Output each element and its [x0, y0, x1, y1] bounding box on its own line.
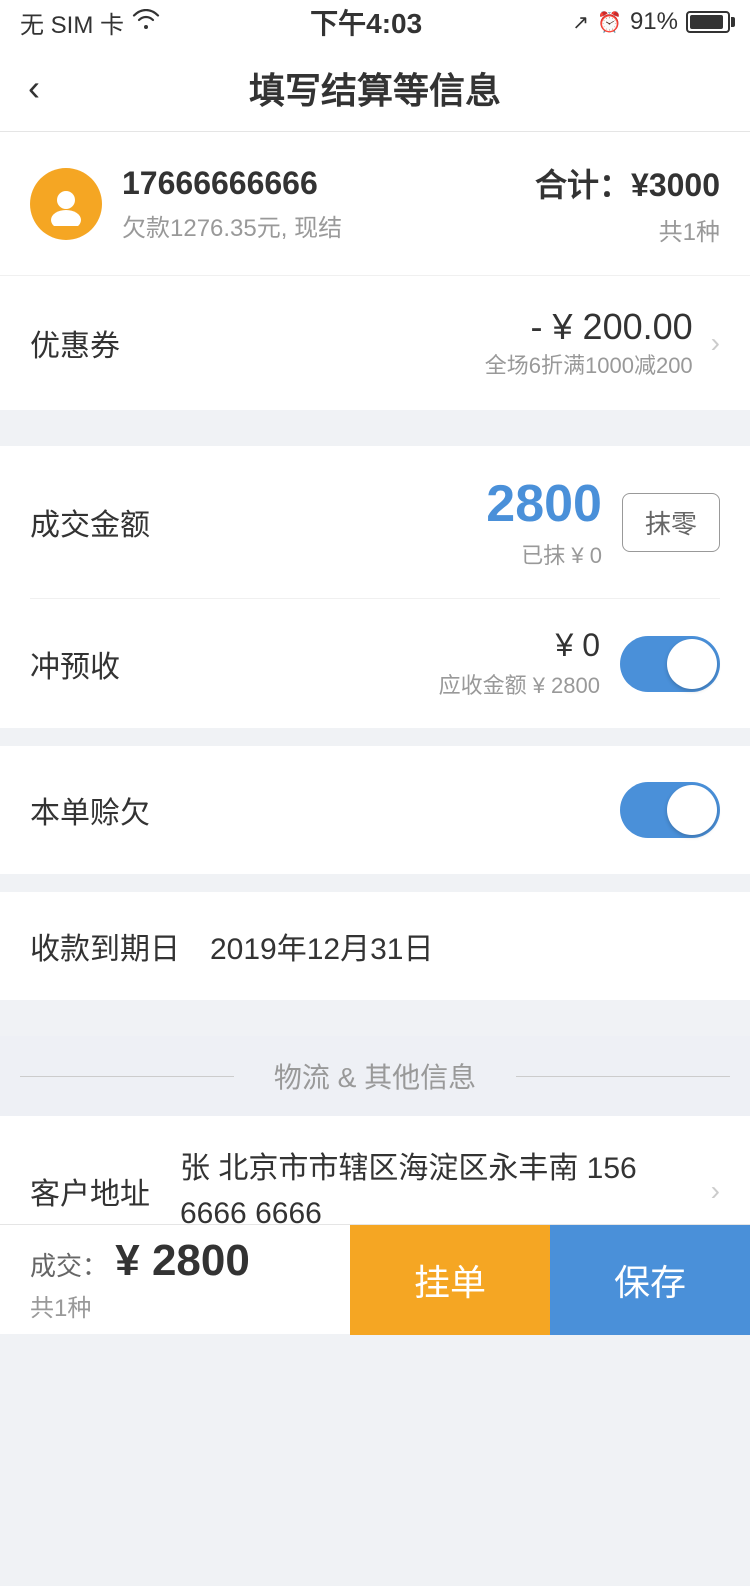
charge-toggle[interactable] — [620, 636, 720, 692]
round-zero-button[interactable]: 抹零 — [622, 493, 720, 552]
alarm-icon: ⏰ — [597, 10, 622, 35]
user-card-section: 17666666666 欠款1276.35元, 现结 合计：¥3000 共1种 … — [0, 132, 750, 410]
amount-label: 成交金额 — [30, 500, 150, 544]
status-right: ↗ ⏰ 91% — [572, 8, 730, 36]
bad-debt-row: 本单赊欠 — [0, 746, 750, 874]
hold-button[interactable]: 挂单 — [350, 1225, 550, 1335]
gray-divider-1 — [0, 428, 750, 446]
coupon-value-col: - ¥ 200.00 全场6折满1000减200 — [485, 306, 693, 380]
battery-icon — [686, 11, 730, 33]
address-value: 张 北京市市辖区海淀区永丰南 156 6666 6666 — [180, 1146, 703, 1236]
due-date-label: 收款到期日 — [30, 924, 180, 968]
due-date-section: 收款到期日 2019年12月31日 — [0, 892, 750, 1000]
page-title: 填写结算等信息 — [249, 62, 501, 114]
amount-right: 2800 已抹 ¥ 0 抹零 — [486, 474, 720, 570]
coupon-row[interactable]: 优惠券 - ¥ 200.00 全场6折满1000减200 › — [0, 276, 750, 410]
coupon-right: - ¥ 200.00 全场6折满1000减200 › — [485, 306, 720, 380]
amount-row: 成交金额 2800 已抹 ¥ 0 抹零 — [30, 446, 720, 599]
logistics-line-right — [516, 1076, 730, 1077]
status-bar: 无 SIM 卡 下午4:03 ↗ ⏰ 91% — [0, 0, 750, 44]
due-date-row: 收款到期日 2019年12月31日 — [0, 892, 750, 1000]
gray-divider-3 — [0, 1018, 750, 1036]
coupon-label: 优惠券 — [30, 321, 120, 365]
logistics-header: 物流 & 其他信息 — [0, 1036, 750, 1116]
status-time: 下午4:03 — [310, 2, 422, 42]
charge-right: ¥ 0 应收金额 ¥ 2800 — [439, 627, 720, 700]
gray-divider-2 — [0, 728, 750, 746]
bad-debt-label: 本单赊欠 — [30, 788, 150, 832]
charge-amount: ¥ 0 — [439, 627, 600, 664]
bottom-total-label: 成交： — [30, 1251, 108, 1281]
carrier-label: 无 SIM 卡 — [20, 5, 124, 40]
save-button[interactable]: 保存 — [550, 1225, 750, 1335]
bottom-summary: 成交： ¥ 2800 共1种 — [0, 1236, 350, 1323]
nav-bar: ‹ 填写结算等信息 — [0, 44, 750, 132]
back-button[interactable]: ‹ — [28, 67, 40, 109]
total-value: ¥3000 — [631, 167, 720, 203]
logistics-text: 物流 & 其他信息 — [274, 1056, 476, 1096]
address-label: 客户地址 — [30, 1169, 150, 1213]
charge-sub: 应收金额 ¥ 2800 — [439, 668, 600, 700]
charge-row: 冲预收 ¥ 0 应收金额 ¥ 2800 — [30, 599, 720, 728]
bad-debt-section: 本单赊欠 — [0, 746, 750, 874]
charge-label: 冲预收 — [30, 642, 120, 686]
total-label: 合计： — [535, 167, 631, 203]
wifi-icon — [132, 8, 160, 36]
user-sub-text: 欠款1276.35元, 现结 — [122, 208, 535, 243]
toggle-knob — [667, 639, 717, 689]
total-amount: 合计：¥3000 — [535, 160, 720, 206]
amount-value-col: 2800 已抹 ¥ 0 — [486, 474, 602, 570]
coupon-sub: 全场6折满1000减200 — [485, 348, 693, 380]
total-count: 共1种 — [535, 212, 720, 247]
location-icon: ↗ — [572, 10, 589, 35]
logistics-line-left — [20, 1076, 234, 1077]
bottom-bar: 成交： ¥ 2800 共1种 挂单 保存 — [0, 1224, 750, 1334]
user-total: 合计：¥3000 共1种 — [535, 160, 720, 247]
coupon-amount: - ¥ 200.00 — [485, 306, 693, 348]
bad-debt-toggle[interactable] — [620, 782, 720, 838]
bottom-count: 共1种 — [30, 1288, 320, 1323]
amount-sub: 已抹 ¥ 0 — [486, 538, 602, 570]
user-row: 17666666666 欠款1276.35元, 现结 合计：¥3000 共1种 — [0, 132, 750, 276]
due-date-value: 2019年12月31日 — [210, 924, 433, 968]
user-phone: 17666666666 — [122, 165, 535, 202]
user-info: 17666666666 欠款1276.35元, 现结 — [122, 165, 535, 243]
address-chevron-icon: › — [711, 1175, 720, 1207]
battery-fill — [690, 15, 723, 29]
battery-percent: 91% — [630, 8, 678, 36]
coupon-chevron-icon: › — [711, 327, 720, 359]
bad-debt-toggle-knob — [667, 785, 717, 835]
bottom-total-amount: ¥ 2800 — [115, 1236, 250, 1285]
amount-value: 2800 — [486, 474, 602, 534]
charge-col: ¥ 0 应收金额 ¥ 2800 — [439, 627, 600, 700]
content: 17666666666 欠款1276.35元, 现结 合计：¥3000 共1种 … — [0, 132, 750, 1586]
status-left: 无 SIM 卡 — [20, 5, 160, 40]
transaction-section: 成交金额 2800 已抹 ¥ 0 抹零 冲预收 ¥ 0 应收金额 ¥ 2800 — [0, 446, 750, 728]
avatar — [30, 168, 102, 240]
